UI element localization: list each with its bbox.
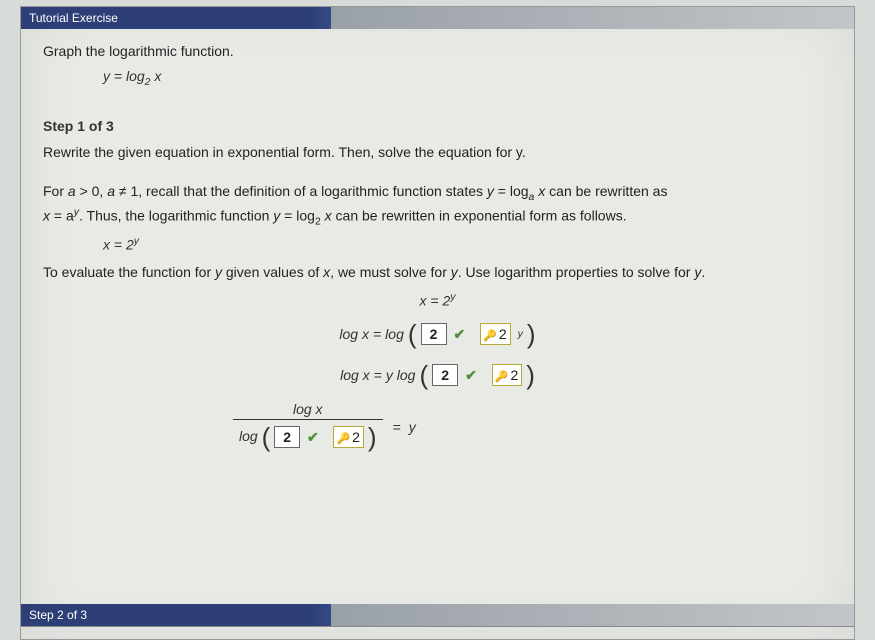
p1-gen-y: y <box>487 183 494 199</box>
p1-mid1: recall that the definition of a logarith… <box>142 183 487 199</box>
lparen-1: ( <box>408 319 417 350</box>
step-heading: Step 1 of 3 <box>43 118 832 134</box>
eq-lhs: y <box>103 68 110 84</box>
hint-1[interactable]: 🔑2 <box>480 323 511 345</box>
p1-t1: For <box>43 183 68 199</box>
d1-exp: y <box>518 328 523 340</box>
answer-input-3[interactable]: 2 <box>274 426 300 448</box>
exp1-sup: y <box>134 235 139 247</box>
check-icon-2: ✔ <box>465 367 477 384</box>
fraction-num: log x <box>233 401 383 420</box>
p1-spec-arg: x <box>321 208 332 224</box>
d2-eq: = <box>374 367 382 383</box>
p2-m2: , we must solve for <box>330 264 451 280</box>
d1-logx: log x <box>339 326 369 342</box>
p1-gen-eq: = log <box>494 183 529 199</box>
p1-op1: > 0, <box>76 183 108 199</box>
hint-val-3: 2 <box>352 429 360 445</box>
footer-bar: Step 2 of 3 <box>21 604 854 626</box>
d0-x: x <box>420 293 427 309</box>
eq-equals: = <box>114 68 126 84</box>
footer-bar-fill <box>331 604 854 626</box>
explanation-para-1: For a > 0, a ≠ 1, recall that the defini… <box>43 181 832 231</box>
exercise-frame: Tutorial Exercise Graph the logarithmic … <box>20 6 855 640</box>
rparen-2: ) <box>526 360 535 391</box>
d1-eq: = <box>373 326 381 342</box>
derive-eq-2: log x = y log ( 2 ✔ 🔑2 ) <box>43 360 832 391</box>
d2-logx: log x <box>340 367 370 383</box>
p1-l2x: x <box>43 208 50 224</box>
d0-eq: = 2 <box>427 293 451 309</box>
d2-ylog: y log <box>386 367 416 383</box>
den-log: log <box>239 428 258 444</box>
step-instruction: Rewrite the given equation in exponentia… <box>43 142 832 163</box>
hint-3[interactable]: 🔑2 <box>333 426 364 448</box>
p2-m1: given values of <box>222 264 323 280</box>
hint-2[interactable]: 🔑2 <box>492 364 523 386</box>
derive-eq-3: log x log ( 2 ✔ 🔑2 ) = y <box>43 401 832 453</box>
check-icon-1: ✔ <box>454 326 466 343</box>
p2-pre: To evaluate the function for <box>43 264 215 280</box>
eq-base: 2 <box>145 76 151 88</box>
exp1-eq: = 2 <box>110 236 134 252</box>
p2-v3: y <box>451 264 458 280</box>
fraction: log x log ( 2 ✔ 🔑2 ) <box>233 401 383 453</box>
p1-mid3: Thus, the logarithmic function <box>83 208 273 224</box>
derive-eq-1: log x = log ( 2 ✔ 🔑2 y ) <box>43 319 832 350</box>
lparen-2: ( <box>419 360 428 391</box>
d1-log: log <box>385 326 404 342</box>
eq-log: log <box>126 68 145 84</box>
answer-input-2[interactable]: 2 <box>432 364 458 386</box>
p1-a1: a <box>68 183 76 199</box>
p1-mid4: can be rewritten in exponential form as … <box>332 208 627 224</box>
header-bar: Tutorial Exercise <box>21 7 854 29</box>
footer-title: Step 2 of 3 <box>21 604 331 626</box>
exp1-x: x <box>103 236 110 252</box>
p2-v1: y <box>215 264 222 280</box>
p2-end: . <box>701 264 705 280</box>
p1-gen-arg: x <box>534 183 545 199</box>
header-title: Tutorial Exercise <box>21 7 331 29</box>
bulb-icon-1: 🔑 <box>483 330 497 342</box>
d3-eq: = <box>393 419 401 435</box>
exp-form-eq: x = 2y <box>103 235 832 253</box>
bulb-icon-2: 🔑 <box>495 371 509 383</box>
problem-equation: y = log2 x <box>103 68 832 88</box>
p1-a2: a <box>107 183 115 199</box>
explanation-para-2: To evaluate the function for y given val… <box>43 262 832 283</box>
hint-val-2: 2 <box>510 367 518 383</box>
p1-spec-eq: = log <box>280 208 315 224</box>
d3-y: y <box>409 419 416 435</box>
header-bar-fill <box>331 7 854 29</box>
p1-mid2: can be rewritten as <box>545 183 667 199</box>
footer: Step 2 of 3 <box>21 604 854 627</box>
d0-sup: y <box>450 291 455 303</box>
derive-eq-0: x = 2y <box>43 291 832 309</box>
p1-op2: ≠ 1, <box>115 183 142 199</box>
problem-instruction: Graph the logarithmic function. <box>43 41 832 62</box>
check-icon-3: ✔ <box>307 429 319 446</box>
hint-val-1: 2 <box>499 326 507 342</box>
fraction-den: log ( 2 ✔ 🔑2 ) <box>233 420 383 453</box>
eq-arg-x: x <box>154 68 161 84</box>
num-logx: log x <box>293 401 323 417</box>
p2-m3: . Use logarithm properties to solve for <box>458 264 695 280</box>
answer-input-1[interactable]: 2 <box>421 323 447 345</box>
p1-l2eq: = a <box>50 208 74 224</box>
bulb-icon-3: 🔑 <box>336 433 350 445</box>
content-area: Graph the logarithmic function. y = log2… <box>21 29 854 453</box>
lparen-3: ( <box>262 422 271 452</box>
rparen-1: ) <box>527 319 536 350</box>
rparen-3: ) <box>368 422 377 452</box>
